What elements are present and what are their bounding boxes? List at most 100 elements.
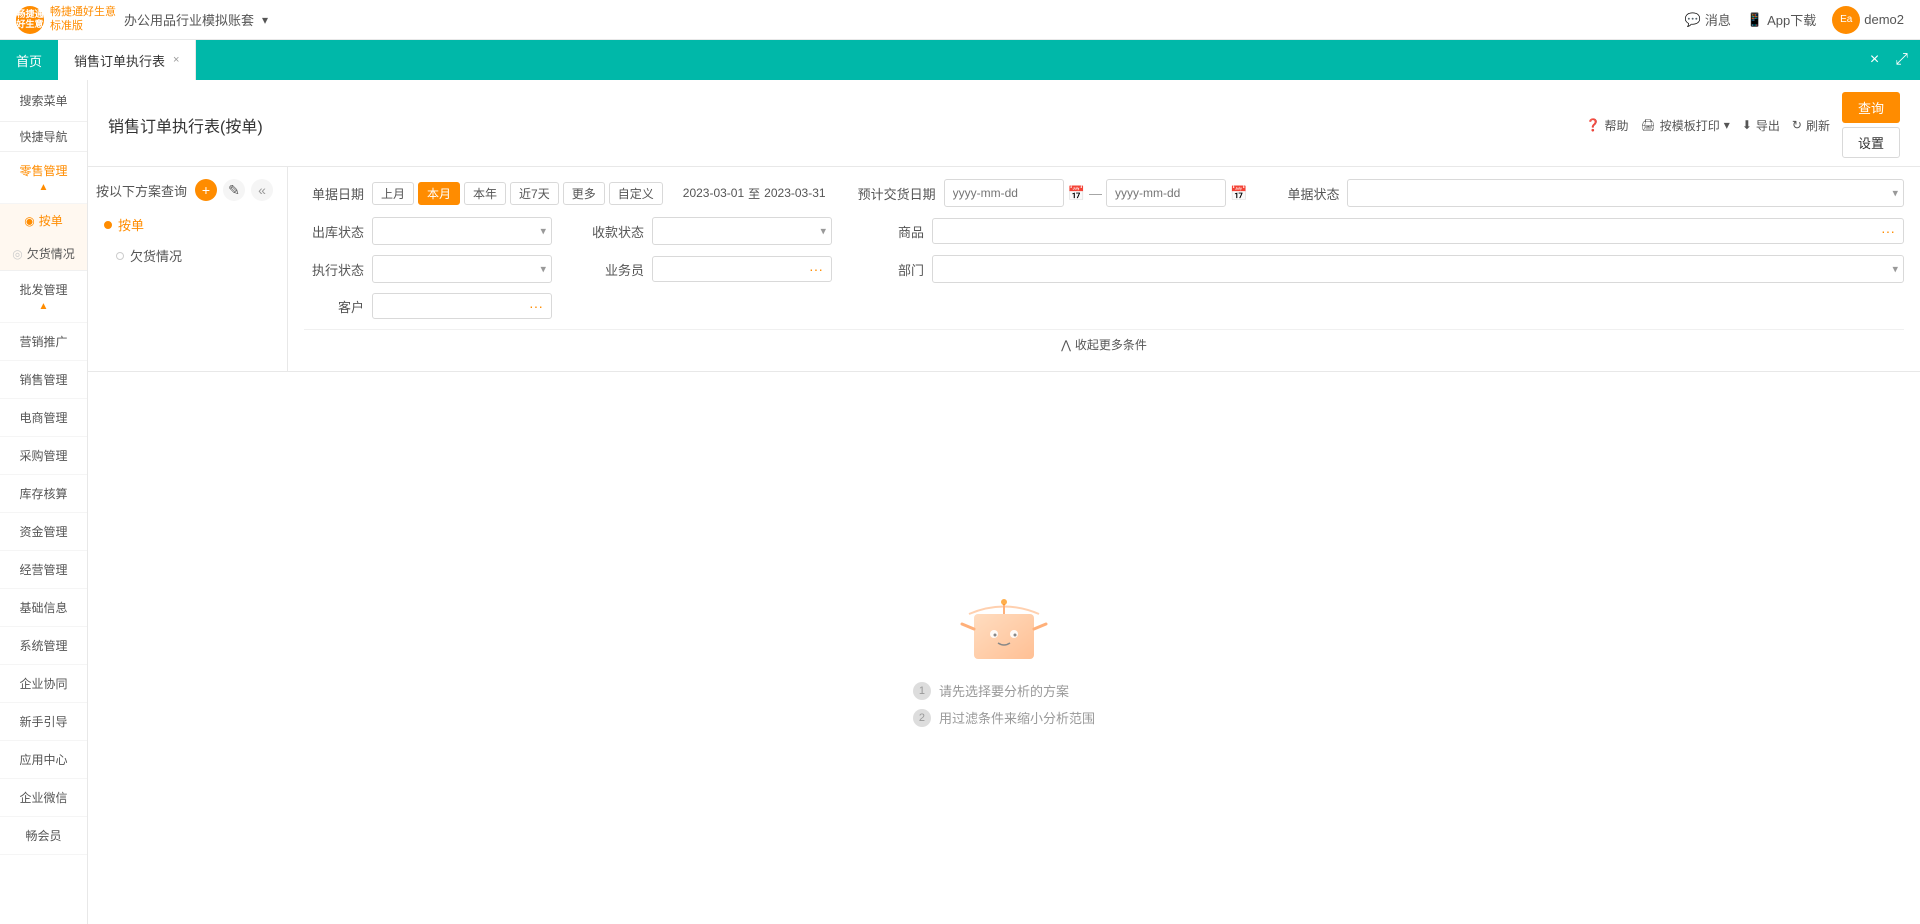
print-btn[interactable]: 🖨 按模板打印 ▾: [1641, 117, 1730, 134]
message-icon: 💬: [1685, 12, 1701, 28]
quick-nav-btn[interactable]: 快捷导航: [0, 122, 87, 152]
sidebar-item-finance[interactable]: 资金管理: [0, 513, 87, 551]
date-tag-7days[interactable]: 近7天: [510, 182, 559, 205]
top-bar-left: 畅捷通好生意 畅捷通好生意 标准版 办公用品行业模拟账套 ▾: [16, 6, 268, 34]
goods-input-wrap[interactable]: ···: [932, 218, 1904, 244]
sidebar-item-wechat[interactable]: 企业微信: [0, 779, 87, 817]
sidebar-item-label: 应用中心: [19, 751, 67, 768]
tip-num-1: 1: [913, 682, 931, 700]
sidebar-item-basic-info[interactable]: 基础信息: [0, 589, 87, 627]
sidebar-item-label: 新手引导: [19, 713, 67, 730]
sidebar-item-wholesale[interactable]: 批发管理 ▲: [0, 271, 87, 323]
expected-date-start-input[interactable]: [944, 179, 1064, 207]
nav-dropdown[interactable]: ▾: [262, 13, 268, 27]
tab-close-btn[interactable]: ×: [173, 54, 179, 66]
date-tag-more[interactable]: 更多: [563, 182, 605, 205]
message-btn[interactable]: 💬 消息: [1685, 10, 1731, 29]
top-bar: 畅捷通好生意 畅捷通好生意 标准版 办公用品行业模拟账套 ▾ 💬 消息 📱 Ap…: [0, 0, 1920, 40]
expected-date-group: 📅 — 📅: [944, 179, 1248, 207]
sidebar-item-purchase[interactable]: 采购管理: [0, 437, 87, 475]
filter-field-date-range: 2023-03-01 至 2023-03-31: [683, 185, 826, 202]
collapse-filter-row[interactable]: ⋀ 收起更多条件: [304, 329, 1904, 359]
sidebar-item-ecommerce[interactable]: 电商管理: [0, 399, 87, 437]
sub-item-icon: ◉: [24, 214, 34, 228]
sidebar-item-inventory[interactable]: 库存核算: [0, 475, 87, 513]
logo-icon: 畅捷通好生意: [16, 6, 44, 34]
receipt-status-select[interactable]: [652, 217, 832, 245]
order-status-select-wrap: [1347, 179, 1904, 207]
date-tag-current-month[interactable]: 本月: [418, 182, 460, 205]
export-btn[interactable]: ⬇ 导出: [1742, 117, 1780, 134]
out-status-select[interactable]: [372, 217, 552, 245]
exec-status-select[interactable]: [372, 255, 552, 283]
sidebar-item-label: 库存核算: [19, 485, 67, 502]
content-area: 销售订单执行表(按单) ❓ 帮助 🖨 按模板打印 ▾ ⬇ 导出 ↻ 刷新: [88, 80, 1920, 924]
query-btn[interactable]: 查询: [1842, 92, 1900, 123]
user-area[interactable]: Ea demo2: [1832, 6, 1904, 34]
search-menu-btn[interactable]: 搜索菜单: [4, 88, 83, 113]
out-status-label: 出库状态: [304, 222, 364, 241]
date-tag-last-month[interactable]: 上月: [372, 182, 414, 205]
filter-field-order-status: 单据状态: [1279, 179, 1904, 207]
exec-status-select-wrap: [372, 255, 552, 283]
sidebar-sub-item-order[interactable]: ◉ 按单: [0, 204, 87, 237]
sidebar-item-operations[interactable]: 经营管理: [0, 551, 87, 589]
order-status-select[interactable]: [1347, 179, 1904, 207]
empty-tip-1: 1 请先选择要分析的方案: [913, 681, 1095, 700]
order-status-label: 单据状态: [1279, 184, 1339, 203]
calendar-icon-start[interactable]: 📅: [1068, 185, 1085, 202]
print-icon: 🖨: [1641, 118, 1656, 132]
filter-plan-item-shortage[interactable]: 欠货情况: [96, 240, 279, 271]
sidebar-item-collab[interactable]: 企业协同: [0, 665, 87, 703]
sidebar-arrow: ▲: [39, 301, 49, 312]
sub-item-icon2: ◎: [12, 247, 22, 261]
customer-ellipsis-btn[interactable]: ···: [529, 298, 543, 314]
empty-tip-2: 2 用过滤条件来缩小分析范围: [913, 708, 1095, 727]
goods-ellipsis-btn[interactable]: ···: [1881, 223, 1895, 239]
tab-maximize-btn[interactable]: ⤢: [1891, 47, 1912, 73]
collapse-filter-btn[interactable]: «: [251, 179, 273, 201]
refresh-btn[interactable]: ↻ 刷新: [1792, 117, 1830, 134]
filter-field-goods: 商品 ···: [864, 218, 1904, 244]
sidebar-item-retail[interactable]: 零售管理 ▲: [0, 152, 87, 204]
sidebar-item-sales[interactable]: 销售管理: [0, 361, 87, 399]
date-label: 单据日期: [304, 184, 364, 203]
filter-field-date: 单据日期 上月 本月 本年 近7天 更多 自定义: [304, 182, 663, 205]
sidebar-item-system[interactable]: 系统管理: [0, 627, 87, 665]
sidebar-item-app-center[interactable]: 应用中心: [0, 741, 87, 779]
filter-field-exec-status: 执行状态: [304, 255, 552, 283]
app-download-btn[interactable]: 📱 App下载: [1747, 10, 1816, 29]
settings-btn[interactable]: 设置: [1842, 127, 1900, 158]
edit-plan-btn[interactable]: ✎: [223, 179, 245, 201]
receipt-status-select-wrap: [652, 217, 832, 245]
filter-row-exec: 执行状态 业务员 ···: [304, 255, 1904, 283]
sidebar-item-label: 资金管理: [19, 523, 67, 540]
expected-date-end-input[interactable]: [1106, 179, 1226, 207]
user-avatar: Ea: [1832, 6, 1860, 34]
salesperson-input-wrap[interactable]: ···: [652, 256, 832, 282]
date-tag-custom[interactable]: 自定义: [609, 182, 663, 205]
filter-field-out-status: 出库状态: [304, 217, 552, 245]
sidebar-item-label: 零售管理: [19, 162, 67, 179]
sidebar-item-marketing[interactable]: 营销推广: [0, 323, 87, 361]
tab-home[interactable]: 首页: [0, 40, 58, 80]
help-btn[interactable]: ❓ 帮助: [1586, 117, 1629, 134]
tab-bar-actions: × ⤢: [1866, 47, 1912, 73]
customer-input-wrap[interactable]: ···: [372, 293, 552, 319]
filter-plan-item-order[interactable]: 按单: [96, 209, 279, 240]
sidebar-sub-item-stock[interactable]: ◎ 欠货情况: [0, 237, 87, 270]
sub-item-label2: 欠货情况: [27, 245, 75, 262]
sidebar: 搜索菜单 快捷导航 零售管理 ▲ ◉ 按单 ◎ 欠货情况 批发管理 ▲ 营销推广: [0, 80, 88, 924]
sidebar-item-member[interactable]: 畅会员: [0, 817, 87, 855]
dept-select[interactable]: [932, 255, 1904, 283]
add-plan-btn[interactable]: +: [195, 179, 217, 201]
calendar-icon-end[interactable]: 📅: [1230, 185, 1247, 202]
page-header: 销售订单执行表(按单) ❓ 帮助 🖨 按模板打印 ▾ ⬇ 导出 ↻ 刷新: [88, 80, 1920, 167]
goods-label: 商品: [864, 222, 924, 241]
sidebar-search-area: 搜索菜单: [0, 80, 87, 122]
sidebar-item-guide[interactable]: 新手引导: [0, 703, 87, 741]
tab-close-window-btn[interactable]: ×: [1866, 47, 1883, 73]
tab-active[interactable]: 销售订单执行表 ×: [58, 40, 196, 80]
salesperson-ellipsis-btn[interactable]: ···: [809, 261, 823, 277]
date-tag-current-year[interactable]: 本年: [464, 182, 506, 205]
